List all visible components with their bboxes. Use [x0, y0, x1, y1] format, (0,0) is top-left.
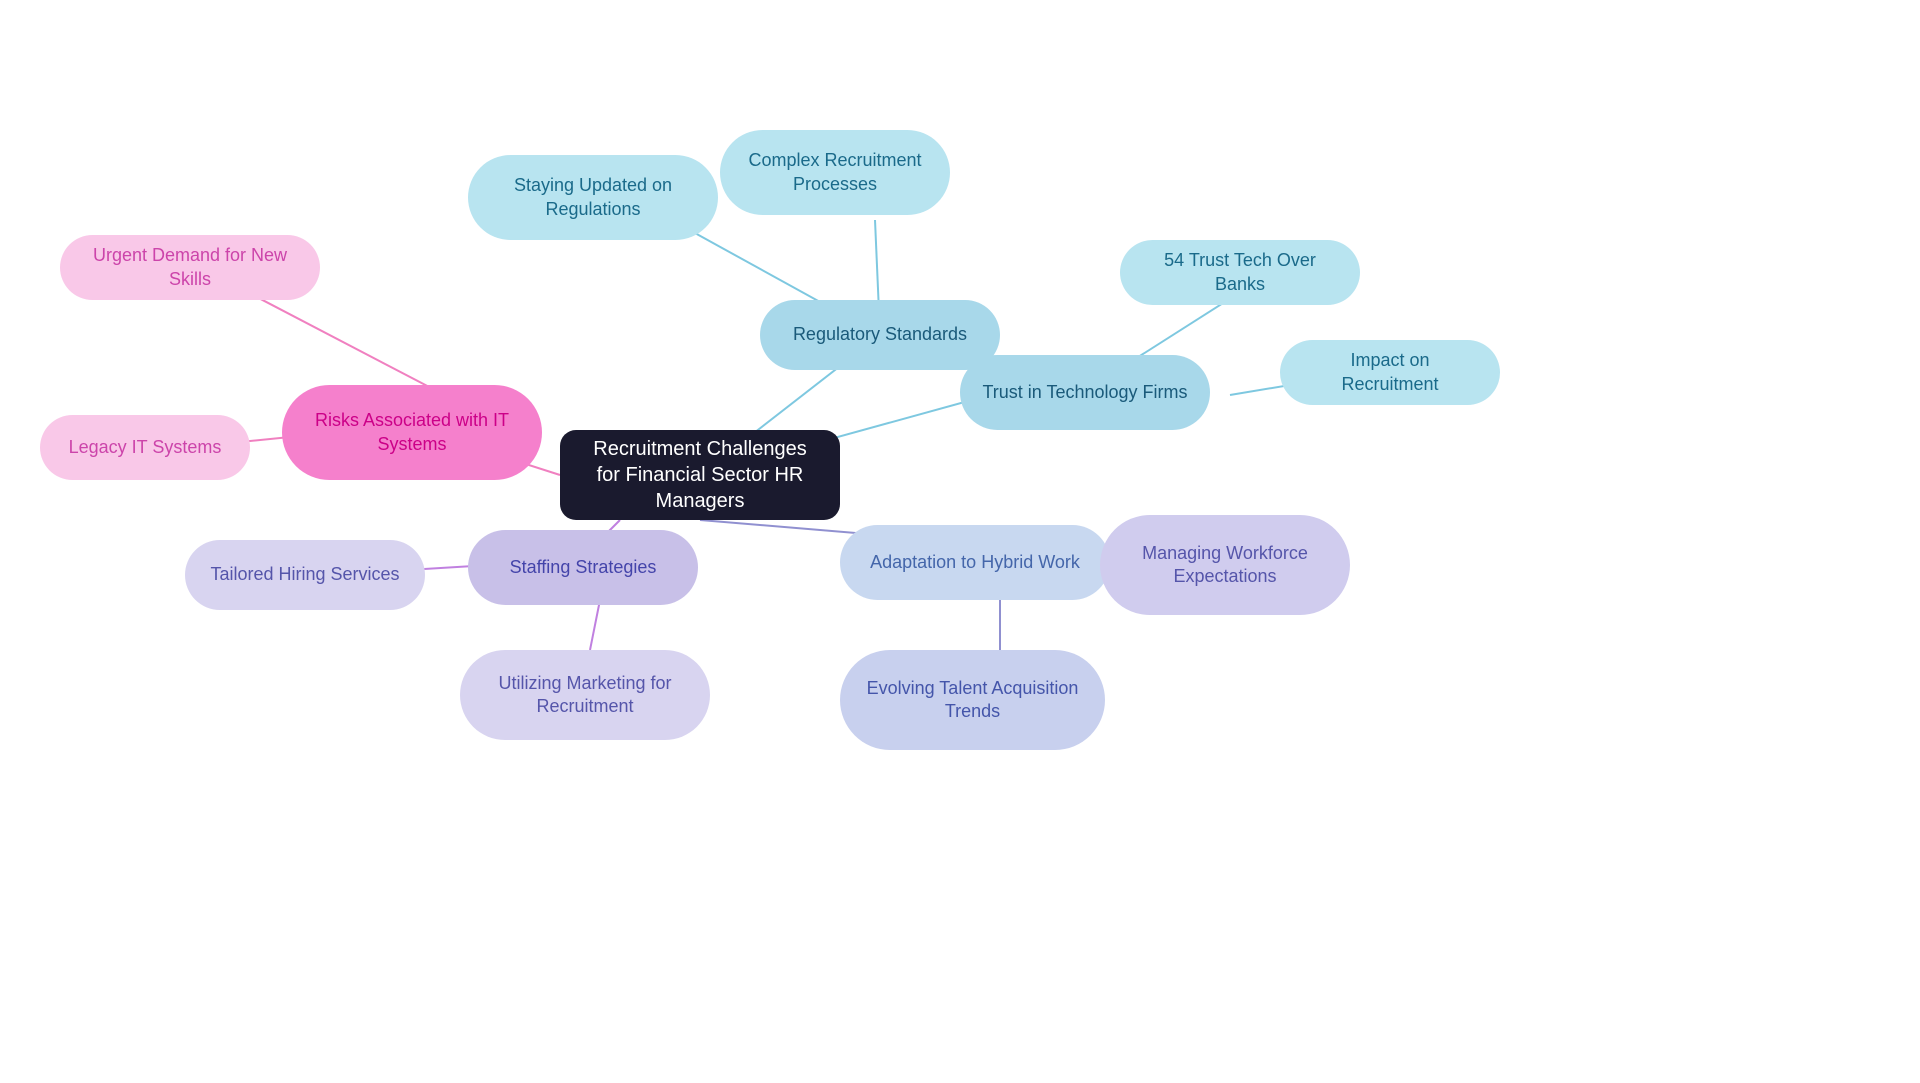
impact-recruitment-node: Impact on Recruitment [1280, 340, 1500, 405]
trust-tech-node: Trust in Technology Firms [960, 355, 1210, 430]
legacy-it-node: Legacy IT Systems [40, 415, 250, 480]
trust-over-banks-node: 54 Trust Tech Over Banks [1120, 240, 1360, 305]
evolving-talent-node: Evolving Talent Acquisition Trends [840, 650, 1105, 750]
center-node: Recruitment Challenges for Financial Sec… [560, 430, 840, 520]
complex-recruitment-node: Complex Recruitment Processes [720, 130, 950, 215]
adaptation-hybrid-node: Adaptation to Hybrid Work [840, 525, 1110, 600]
urgent-demand-node: Urgent Demand for New Skills [60, 235, 320, 300]
risks-it-node: Risks Associated with IT Systems [282, 385, 542, 480]
regulatory-standards-node: Regulatory Standards [760, 300, 1000, 370]
staying-updated-node: Staying Updated on Regulations [468, 155, 718, 240]
staffing-strategies-node: Staffing Strategies [468, 530, 698, 605]
utilizing-marketing-node: Utilizing Marketing for Recruitment [460, 650, 710, 740]
tailored-hiring-node: Tailored Hiring Services [185, 540, 425, 610]
managing-workforce-node: Managing Workforce Expectations [1100, 515, 1350, 615]
